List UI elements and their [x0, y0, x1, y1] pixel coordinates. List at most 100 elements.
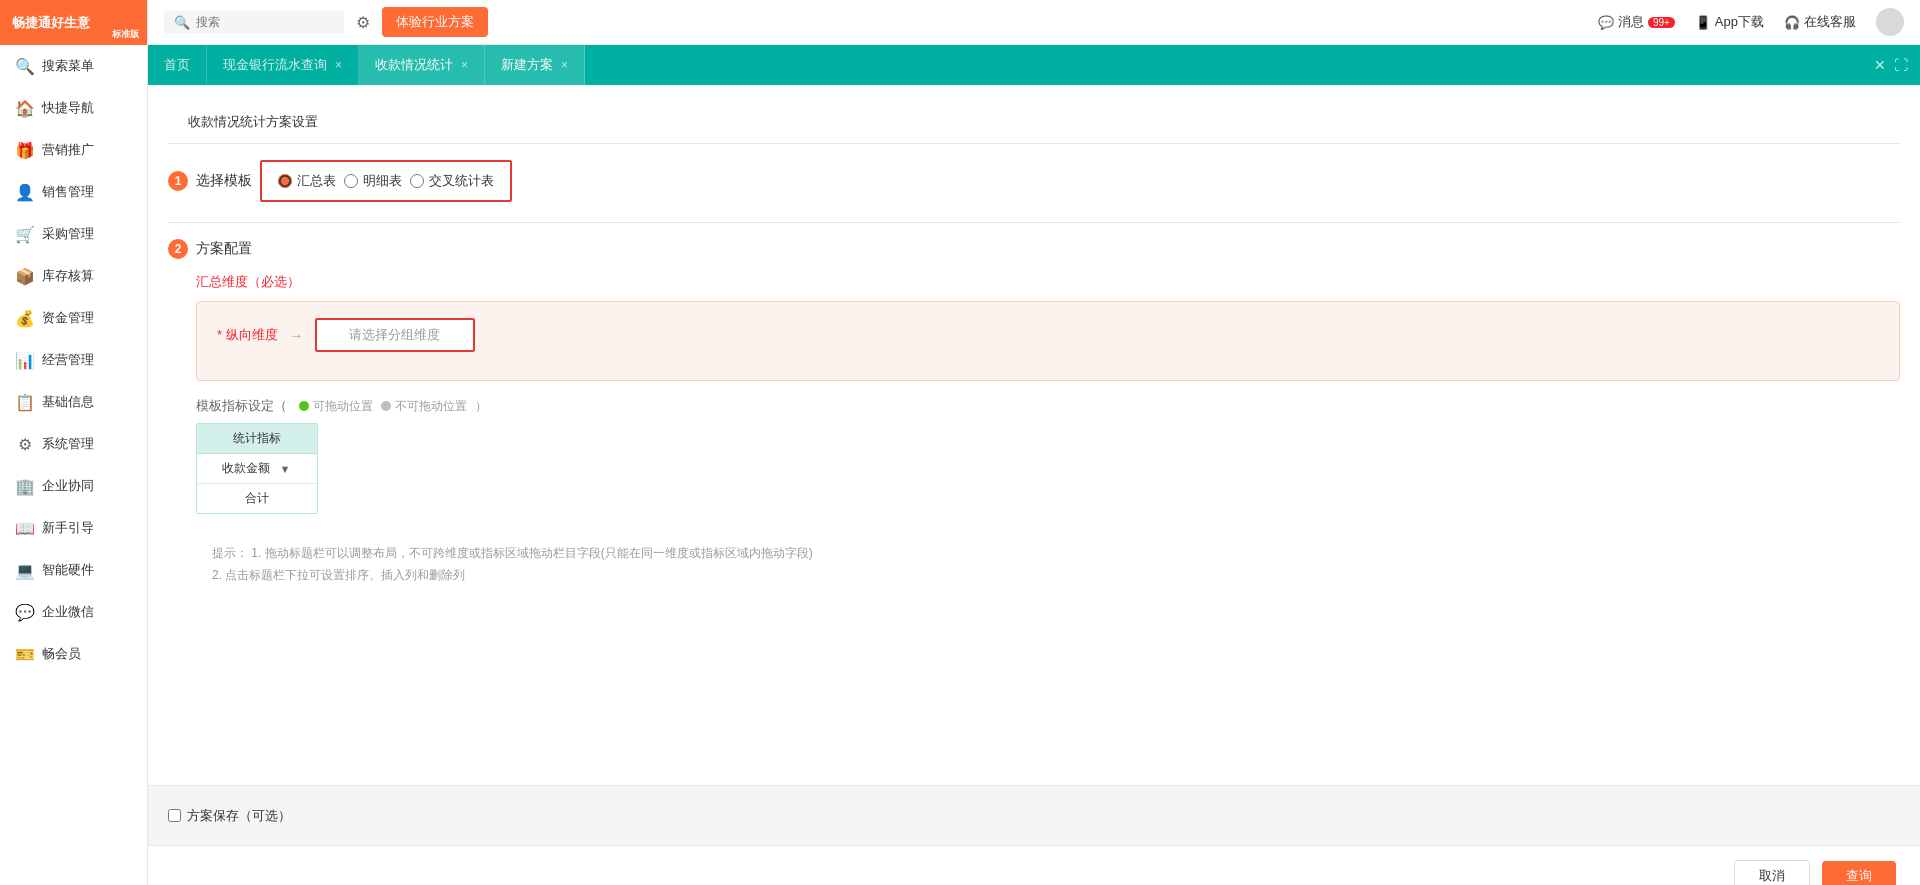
draggable-legend: 可拖动位置: [299, 398, 373, 415]
chart-icon: 📊: [16, 351, 34, 369]
tabbar: 首页 现金银行流水查询 × 收款情况统计 × 新建方案 × ✕ ⛶: [148, 45, 1920, 85]
page-body: 收款情况统计方案设置 1 选择模板 汇总表 明细表: [148, 85, 1920, 785]
member-icon: 🎫: [16, 645, 34, 663]
sidebar-item-guide[interactable]: 📖 新手引导: [0, 507, 147, 549]
sidebar-logo: 畅捷通好生意 标准版: [0, 0, 147, 45]
cancel-button[interactable]: 取消: [1734, 860, 1810, 886]
headset-icon: 🎧: [1784, 15, 1800, 30]
radio-cross-input[interactable]: [410, 174, 424, 188]
topbar-search-icon: 🔍: [174, 15, 190, 30]
logo-text: 畅捷通好生意: [12, 14, 90, 32]
new-plan-tab-label: 新建方案: [501, 56, 553, 74]
sidebar-item-operation[interactable]: 📊 经营管理: [0, 339, 147, 381]
tip-1: 1. 拖动标题栏可以调整布局，不可跨维度或指标区域拖动栏目字段(只能在同一维度或…: [251, 546, 812, 560]
radio-summary-input[interactable]: [278, 174, 292, 188]
metrics-dropdown-btn-0[interactable]: ▼: [278, 463, 293, 475]
query-button[interactable]: 查询: [1822, 861, 1896, 886]
search-input[interactable]: [196, 15, 316, 29]
online-service-item[interactable]: 🎧 在线客服: [1784, 13, 1856, 31]
sidebar-item-capital[interactable]: 💰 资金管理: [0, 297, 147, 339]
row-dimension-label: * 纵向维度: [217, 326, 278, 344]
topbar-search-box[interactable]: 🔍: [164, 11, 344, 34]
industry-plan-button[interactable]: 体验行业方案: [382, 7, 488, 37]
box-icon: 📦: [16, 267, 34, 285]
gear-icon: ⚙: [16, 435, 34, 453]
user-avatar[interactable]: [1876, 8, 1904, 36]
dimension-area: * 纵向维度 → 请选择分组维度: [196, 301, 1900, 381]
topbar-right: 💬 消息 99+ 📱 App下载 🎧 在线客服: [1598, 8, 1904, 36]
tab-new-plan[interactable]: 新建方案 ×: [485, 45, 585, 85]
settings-icon[interactable]: ⚙: [356, 13, 370, 32]
sidebar-item-purchase[interactable]: 🛒 采购管理: [0, 213, 147, 255]
bank-flow-close-icon[interactable]: ×: [335, 58, 342, 72]
save-label: 方案保存（可选）: [187, 807, 291, 825]
tab-receipt-stat[interactable]: 收款情况统计 ×: [359, 45, 485, 85]
mobile-icon: 📱: [1695, 15, 1711, 30]
sidebar-item-member[interactable]: 🎫 畅会员: [0, 633, 147, 675]
sidebar-item-quick-nav[interactable]: 🏠 快捷导航: [0, 87, 147, 129]
receipt-stat-tab-label: 收款情况统计: [375, 56, 453, 74]
close-window-icon[interactable]: ✕: [1874, 57, 1886, 73]
save-checkbox-input[interactable]: [168, 809, 181, 822]
metrics-header: 模板指标设定（ 可拖动位置 不可拖动位置 ）: [196, 397, 1900, 415]
radio-detail-label: 明细表: [363, 172, 402, 190]
home-tab-label: 首页: [164, 56, 190, 74]
maximize-icon[interactable]: ⛶: [1894, 57, 1908, 73]
radio-summary[interactable]: 汇总表: [278, 172, 336, 190]
bottom-bar: 方案保存（可选）: [148, 785, 1920, 845]
receipt-stat-close-icon[interactable]: ×: [461, 58, 468, 72]
draggable-label: 可拖动位置: [313, 398, 373, 415]
sidebar-item-label: 销售管理: [42, 183, 94, 201]
page-title: 收款情况统计方案设置: [188, 114, 318, 129]
arrow-icon: →: [290, 328, 303, 343]
building-icon: 🏢: [16, 477, 34, 495]
metrics-table-header-text: 统计指标: [233, 431, 281, 445]
user-icon: 👤: [16, 183, 34, 201]
sidebar-item-label: 智能硬件: [42, 561, 94, 579]
tab-home[interactable]: 首页: [148, 45, 207, 85]
metrics-table: 统计指标 收款金额 ▼ 合计: [196, 423, 318, 514]
metrics-cell-1: 合计: [245, 490, 269, 507]
step2-body: 汇总维度（必选） * 纵向维度 → 请选择分组维度: [168, 273, 1900, 596]
fixed-label: 不可拖动位置: [395, 398, 467, 415]
main-area: 🔍 ⚙ 体验行业方案 💬 消息 99+ 📱 App下载 🎧 在线客服 首页: [148, 0, 1920, 885]
sidebar-item-enterprise[interactable]: 🏢 企业协同: [0, 465, 147, 507]
sidebar-item-inventory[interactable]: 📦 库存核算: [0, 255, 147, 297]
sidebar-item-label: 企业协同: [42, 477, 94, 495]
home-icon: 🏠: [16, 99, 34, 117]
cart-icon: 🛒: [16, 225, 34, 243]
gift-icon: 🎁: [16, 141, 34, 159]
sidebar-item-search[interactable]: 🔍 搜索菜单: [0, 45, 147, 87]
sidebar-item-system[interactable]: ⚙ 系统管理: [0, 423, 147, 465]
app-download-item[interactable]: 📱 App下载: [1695, 13, 1764, 31]
tip-1-text: 提示： 1. 拖动标题栏可以调整布局，不可跨维度或指标区域拖动栏目字段(只能在同…: [212, 543, 1884, 565]
dimension-selector[interactable]: 请选择分组维度: [315, 318, 475, 352]
dimension-section-label: 汇总维度（必选）: [196, 273, 1900, 291]
sidebar-item-marketing[interactable]: 🎁 营销推广: [0, 129, 147, 171]
sidebar-item-label: 搜索菜单: [42, 57, 94, 75]
tip-2: 2. 点击标题栏下拉可设置排序、插入列和删除列: [212, 568, 465, 582]
message-item[interactable]: 💬 消息 99+: [1598, 13, 1675, 31]
search-icon: 🔍: [16, 57, 34, 75]
save-checkbox-label[interactable]: 方案保存（可选）: [168, 807, 291, 825]
sidebar-item-hardware[interactable]: 💻 智能硬件: [0, 549, 147, 591]
radio-detail[interactable]: 明细表: [344, 172, 402, 190]
sidebar-item-label: 企业微信: [42, 603, 94, 621]
page-content: 收款情况统计方案设置 1 选择模板 汇总表 明细表: [148, 85, 1920, 885]
sidebar-item-wechat[interactable]: 💬 企业微信: [0, 591, 147, 633]
metrics-label-text: 模板指标设定（: [196, 397, 287, 415]
radio-cross[interactable]: 交叉统计表: [410, 172, 494, 190]
radio-detail-input[interactable]: [344, 174, 358, 188]
sidebar-item-label: 资金管理: [42, 309, 94, 327]
clipboard-icon: 📋: [16, 393, 34, 411]
sidebar-item-basic[interactable]: 📋 基础信息: [0, 381, 147, 423]
new-plan-close-icon[interactable]: ×: [561, 58, 568, 72]
tab-right-actions: ✕ ⛶: [1874, 45, 1920, 85]
metrics-cell-0: 收款金额: [222, 460, 270, 477]
sidebar-item-sales[interactable]: 👤 销售管理: [0, 171, 147, 213]
sidebar-item-label: 畅会员: [42, 645, 81, 663]
tab-bank-flow[interactable]: 现金银行流水查询 ×: [207, 45, 359, 85]
metrics-section: 模板指标设定（ 可拖动位置 不可拖动位置 ）: [196, 397, 1900, 517]
tip-2-wrapper: 2. 点击标题栏下拉可设置排序、插入列和删除列: [212, 565, 1884, 587]
tips-section: 提示： 1. 拖动标题栏可以调整布局，不可跨维度或指标区域拖动栏目字段(只能在同…: [196, 533, 1900, 596]
